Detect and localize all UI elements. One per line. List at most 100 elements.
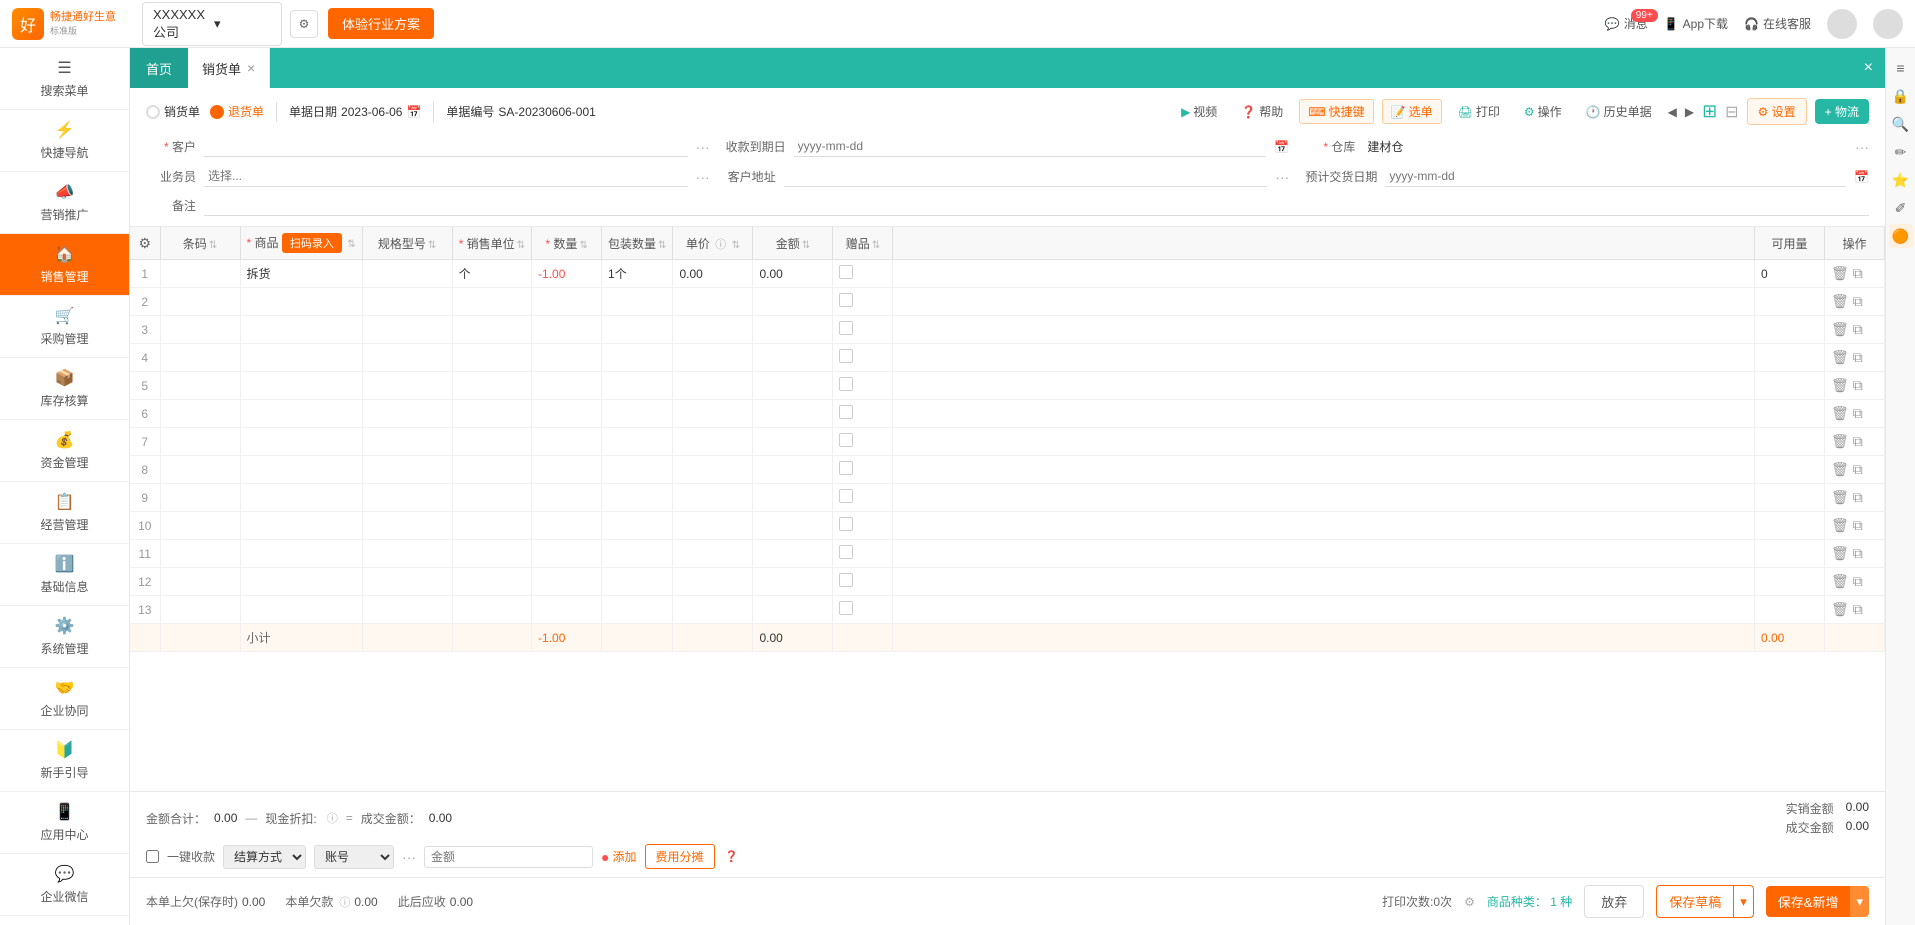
customer-addr-input[interactable] xyxy=(784,166,1268,187)
save-new-arrow-button[interactable]: ▾ xyxy=(1850,886,1869,917)
print-settings-icon[interactable]: ⚙ xyxy=(1464,895,1475,909)
radio-return[interactable]: 退货单 xyxy=(210,103,264,120)
copy-row-11-icon[interactable]: ⧉ xyxy=(1853,545,1863,562)
delete-row-11-icon[interactable]: 🗑 xyxy=(1831,545,1849,562)
sidebar-item-finance[interactable]: 💰 资金管理 xyxy=(0,420,129,482)
copy-row-6-icon[interactable]: ⧉ xyxy=(1853,405,1863,422)
add-button[interactable]: ● 添加 xyxy=(601,848,636,865)
delete-row-7-icon[interactable]: 🗑 xyxy=(1831,433,1849,450)
online-service-item[interactable]: 🎧 在线客服 xyxy=(1744,15,1811,32)
right-panel-btn-4[interactable]: ✏ xyxy=(1889,140,1913,164)
delete-row-12-icon[interactable]: 🗑 xyxy=(1831,573,1849,590)
list-icon[interactable]: ⊟ xyxy=(1725,102,1738,122)
account-expand-icon[interactable]: ··· xyxy=(402,849,416,865)
history-btn[interactable]: 🕐 历史单据 xyxy=(1578,100,1660,123)
settings-icon[interactable]: ⚙ xyxy=(290,10,318,38)
delete-row-13-icon[interactable]: 🗑 xyxy=(1831,601,1849,618)
expected-date-input[interactable] xyxy=(1385,166,1846,187)
sidebar-item-sales[interactable]: 🏠 销售管理 xyxy=(0,234,129,296)
copy-row-3-icon[interactable]: ⧉ xyxy=(1853,321,1863,338)
gift-checkbox-2[interactable] xyxy=(839,293,853,307)
sidebar-item-member[interactable]: ♛ 畅会员 xyxy=(0,916,129,925)
expense-tab-button[interactable]: 费用分摊 xyxy=(645,844,715,869)
sidebar-item-cooperation[interactable]: 🤝 企业协同 xyxy=(0,668,129,730)
cell-spec-1[interactable] xyxy=(362,260,452,288)
delete-row-5-icon[interactable]: 🗑 xyxy=(1831,377,1849,394)
sidebar-item-inventory[interactable]: 📦 库存核算 xyxy=(0,358,129,420)
right-panel-btn-5[interactable]: ⭐ xyxy=(1889,168,1913,192)
gift-checkbox-6[interactable] xyxy=(839,405,853,419)
ops-btn[interactable]: ⚙ 操作 xyxy=(1516,100,1570,123)
sidebar-item-wechat[interactable]: 💬 企业微信 xyxy=(0,854,129,916)
account-select[interactable]: 账号 xyxy=(314,845,394,869)
copy-row-5-icon[interactable]: ⧉ xyxy=(1853,377,1863,394)
payment-method-select[interactable]: 结算方式 xyxy=(223,845,306,869)
customer-input[interactable] xyxy=(204,136,688,157)
sidebar-item-purchase[interactable]: 🛒 采购管理 xyxy=(0,296,129,358)
gift-checkbox-9[interactable] xyxy=(839,489,853,503)
copy-row-12-icon[interactable]: ⧉ xyxy=(1853,573,1863,590)
sidebar-item-quicknav[interactable]: ⚡ 快捷导航 xyxy=(0,110,129,172)
note-input[interactable] xyxy=(204,195,1869,216)
right-panel-btn-2[interactable]: 🔒 xyxy=(1889,84,1913,108)
nav-prev-icon[interactable]: ◀ xyxy=(1668,105,1677,119)
amount-input[interactable] xyxy=(424,846,593,868)
delete-row-9-icon[interactable]: 🗑 xyxy=(1831,489,1849,506)
shortcut-btn[interactable]: ⌨ 快捷键 xyxy=(1299,99,1373,124)
save-draft-button[interactable]: 保存草稿 xyxy=(1656,885,1734,918)
expected-date-calendar-icon[interactable]: 📅 xyxy=(1854,170,1869,184)
gift-checkbox-11[interactable] xyxy=(839,545,853,559)
sidebar-item-guide[interactable]: 🔰 新手引导 xyxy=(0,730,129,792)
avatar[interactable] xyxy=(1827,9,1857,39)
delete-row-10-icon[interactable]: 🗑 xyxy=(1831,517,1849,534)
nav-next-icon[interactable]: ▶ xyxy=(1685,105,1694,119)
app-download-item[interactable]: 📱 App下载 xyxy=(1664,15,1728,32)
warehouse-expand-icon[interactable]: ··· xyxy=(1855,139,1869,155)
sidebar-item-basic[interactable]: ℹ️ 基础信息 xyxy=(0,544,129,606)
gift-checkbox-5[interactable] xyxy=(839,377,853,391)
save-draft-arrow-button[interactable]: ▾ xyxy=(1734,885,1754,918)
copy-row-4-icon[interactable]: ⧉ xyxy=(1853,349,1863,366)
copy-row-9-icon[interactable]: ⧉ xyxy=(1853,489,1863,506)
print-btn[interactable]: 🖨 打印 xyxy=(1450,100,1508,123)
copy-row-10-icon[interactable]: ⧉ xyxy=(1853,517,1863,534)
copy-row-2-icon[interactable]: ⧉ xyxy=(1853,293,1863,310)
tab-sale-order[interactable]: 销货单 × xyxy=(188,48,270,88)
gift-checkbox-7[interactable] xyxy=(839,433,853,447)
cell-gift-1[interactable] xyxy=(833,260,893,288)
sidebar-item-search[interactable]: ☰ 搜索菜单 xyxy=(0,48,129,110)
salesperson-expand-icon[interactable]: ··· xyxy=(696,169,710,185)
copy-row-1-icon[interactable]: ⧉ xyxy=(1853,265,1863,282)
delete-row-4-icon[interactable]: 🗑 xyxy=(1831,349,1849,366)
copy-row-13-icon[interactable]: ⧉ xyxy=(1853,601,1863,618)
one-click-checkbox[interactable] xyxy=(146,850,159,863)
addr-expand-icon[interactable]: ··· xyxy=(1275,169,1289,185)
save-new-button[interactable]: 保存&新增 xyxy=(1766,886,1851,917)
calendar-icon[interactable]: 📅 xyxy=(406,105,421,119)
th-settings[interactable]: ⚙ xyxy=(130,227,160,260)
copy-row-8-icon[interactable]: ⧉ xyxy=(1853,461,1863,478)
tab-close-all-button[interactable]: × xyxy=(1852,48,1885,88)
scan-barcode-button[interactable]: 扫码录入 xyxy=(282,233,342,253)
help-btn[interactable]: ❓ 帮助 xyxy=(1233,100,1291,123)
trial-button[interactable]: 体验行业方案 xyxy=(328,8,434,39)
gift-checkbox-12[interactable] xyxy=(839,573,853,587)
gift-checkbox-10[interactable] xyxy=(839,517,853,531)
video-btn[interactable]: ▶ 视频 xyxy=(1173,100,1225,123)
cell-barcode-1[interactable] xyxy=(160,260,240,288)
sidebar-item-marketing[interactable]: 📣 营销推广 xyxy=(0,172,129,234)
discard-button[interactable]: 放弃 xyxy=(1584,885,1644,918)
tab-close-icon[interactable]: × xyxy=(247,60,255,76)
message-item[interactable]: 💬 消息 99+ xyxy=(1605,15,1648,32)
radio-sale[interactable]: 销货单 xyxy=(146,103,200,120)
due-date-input[interactable] xyxy=(794,136,1267,157)
customer-expand-icon[interactable]: ··· xyxy=(696,139,710,155)
table-config-icon[interactable]: ⚙ xyxy=(138,235,151,251)
right-panel-btn-7[interactable]: 🟠 xyxy=(1889,224,1913,248)
company-selector[interactable]: XXXXXX公司 ▾ xyxy=(142,2,282,46)
gift-checkbox-1[interactable] xyxy=(839,265,853,279)
due-date-calendar-icon[interactable]: 📅 xyxy=(1274,140,1289,154)
tab-home[interactable]: 首页 xyxy=(130,48,188,88)
template-btn[interactable]: 📝 选单 xyxy=(1382,99,1442,124)
gift-checkbox-4[interactable] xyxy=(839,349,853,363)
